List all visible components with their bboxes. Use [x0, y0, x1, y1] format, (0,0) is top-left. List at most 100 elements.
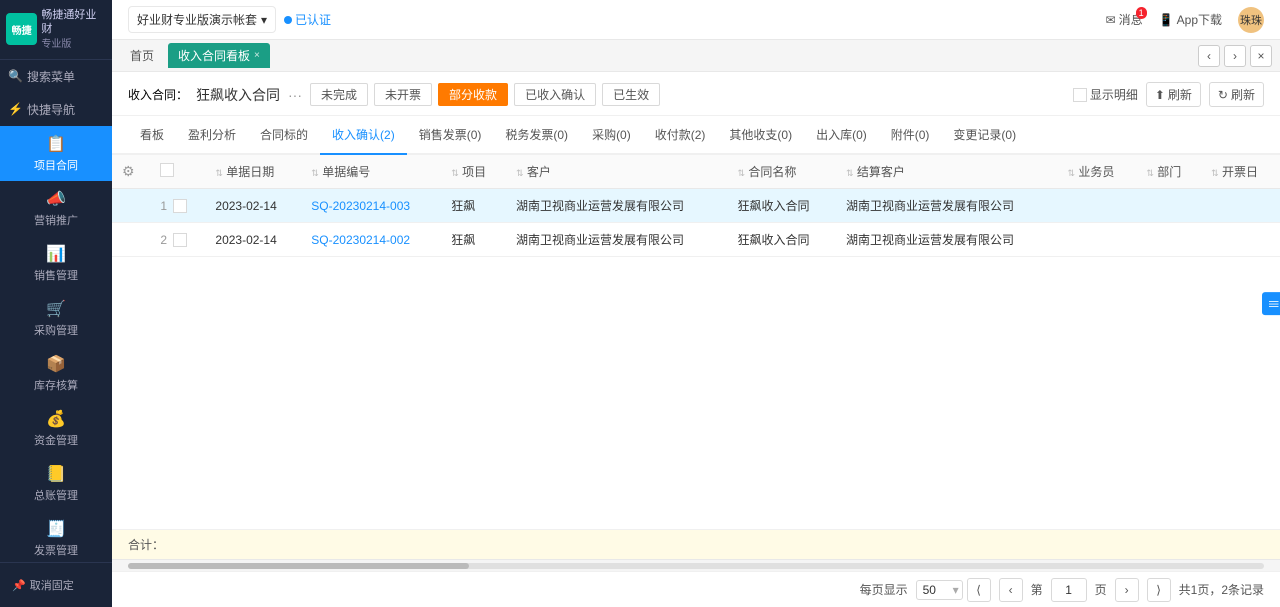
- scrollbar-thumb[interactable]: [128, 563, 469, 569]
- sub-tab-sales_invoice[interactable]: 销售发票(0): [407, 116, 494, 155]
- row-doc-link[interactable]: SQ-20230214-002: [311, 233, 410, 247]
- export-btn[interactable]: ⬆ 刷新: [1146, 82, 1201, 107]
- data-table: ⚙ ⇅ 单据日期 ⇅ 单据编号 ⇅ 项目 ⇅ 客户 ⇅ 合同名称 ⇅ 结算客户 …: [112, 155, 1280, 257]
- tab-bar: 首页 收入合同看板 × ‹ › ×: [112, 40, 1280, 72]
- row-date: 2023-02-14: [205, 189, 301, 223]
- sidebar-item-invoice[interactable]: 🧾 发票管理: [0, 511, 112, 562]
- status-tag-confirmed[interactable]: 已收入确认: [514, 83, 596, 106]
- right-action-icon[interactable]: |||: [1262, 292, 1280, 316]
- sub-tab-board[interactable]: 看板: [128, 116, 176, 155]
- sidebar-item-sales[interactable]: 📊销售管理: [0, 236, 112, 291]
- tab-prev-btn[interactable]: ‹: [1198, 45, 1220, 67]
- tab-nav: ‹ › ×: [1198, 45, 1272, 67]
- sidebar-item-label: 发票管理: [34, 542, 78, 558]
- phone-icon: 📱: [1159, 13, 1174, 27]
- content-area: 收入合同： 狂飙收入合同 ··· 未完成未开票部分收款已收入确认已生效 显示明细…: [112, 72, 1280, 607]
- row-salesperson: [1058, 189, 1137, 223]
- tab-close-btn[interactable]: ×: [1250, 45, 1272, 67]
- tab-income-contract[interactable]: 收入合同看板 ×: [168, 43, 270, 68]
- th-contract-name: ⇅ 合同名称: [728, 155, 836, 189]
- page-next-btn[interactable]: ›: [1115, 578, 1139, 602]
- company-selector[interactable]: 好业财专业版演示帐套 ▾: [128, 6, 276, 33]
- avatar[interactable]: 珠珠: [1238, 7, 1264, 33]
- horizontal-scrollbar[interactable]: [112, 559, 1280, 571]
- sidebar-bottom: 📌 取消固定: [0, 562, 112, 607]
- sidebar-logo: 畅捷 畅捷通好业财 专业版: [0, 0, 112, 60]
- sidebar-item-project-contract[interactable]: 📋项目合同: [0, 126, 112, 181]
- row-contract-name: 狂飙收入合同: [728, 223, 836, 257]
- sidebar-item-purchase[interactable]: 🛒采购管理: [0, 291, 112, 346]
- message-icon: ✉: [1106, 13, 1116, 27]
- status-tag-partial[interactable]: 部分收款: [438, 83, 508, 106]
- sidebar-item-marketing[interactable]: 📣营销推广: [0, 181, 112, 236]
- sub-tab-contract_standard[interactable]: 合同标的: [248, 116, 320, 155]
- table-row[interactable]: 2 2023-02-14 SQ-20230214-002 狂飙 湖南卫视商业运营…: [112, 223, 1280, 257]
- row-contract-name: 狂飙收入合同: [728, 189, 836, 223]
- pagination: 每页显示 102050100 ▾ ⟨ ‹ 第 页 › ⟩ 共1页，2条记录: [112, 571, 1280, 607]
- row-date: 2023-02-14: [205, 223, 301, 257]
- page-prev-btn[interactable]: ‹: [999, 578, 1023, 602]
- row-settlement-customer: 湖南卫视商业运营发展有限公司: [836, 223, 1058, 257]
- contract-label: 收入合同：: [128, 86, 188, 103]
- sidebar-item-label: 资金管理: [34, 432, 78, 448]
- invoice-icon: 🧾: [46, 519, 66, 539]
- sidebar-item-inventory[interactable]: 📦库存核算: [0, 346, 112, 401]
- row-open-date: [1201, 223, 1280, 257]
- page-first-btn[interactable]: ⟨: [967, 578, 991, 602]
- sub-tab-change_log[interactable]: 变更记录(0): [941, 116, 1028, 155]
- contract-actions: 显示明细 ⬆ 刷新 ↻ 刷新: [1073, 82, 1264, 107]
- status-tag-uncompleted[interactable]: 未完成: [310, 83, 368, 106]
- tab-home[interactable]: 首页: [120, 43, 164, 68]
- table-row[interactable]: 1 2023-02-14 SQ-20230214-003 狂飙 湖南卫视商业运营…: [112, 189, 1280, 223]
- sidebar-item-label: 总账管理: [34, 487, 78, 503]
- sidebar-nav: 📋项目合同📣营销推广📊销售管理🛒采购管理📦库存核算💰资金管理📒总账管理 🧾 发票管理…: [0, 126, 112, 562]
- page-number-input[interactable]: [1051, 578, 1087, 602]
- unpin-item[interactable]: 📌 取消固定: [8, 571, 104, 599]
- row-project: 狂飙: [441, 223, 506, 257]
- sub-tab-other_income[interactable]: 其他收支(0): [717, 116, 804, 155]
- status-tag-effective[interactable]: 已生效: [602, 83, 660, 106]
- contract-more-btn[interactable]: ···: [288, 87, 302, 103]
- page-info: 共1页，2条记录: [1179, 581, 1264, 598]
- select-all-checkbox[interactable]: [160, 163, 174, 177]
- sidebar-item-label: 销售管理: [34, 267, 78, 283]
- sidebar-search-item[interactable]: 🔍 搜索菜单: [0, 60, 112, 93]
- contract-header: 收入合同： 狂飙收入合同 ··· 未完成未开票部分收款已收入确认已生效 显示明细…: [112, 72, 1280, 116]
- sidebar-quicknav-item[interactable]: ⚡ 快捷导航: [0, 93, 112, 126]
- sub-tab-profit[interactable]: 盈利分析: [176, 116, 248, 155]
- sidebar-item-general-account[interactable]: 📒总账管理: [0, 456, 112, 511]
- page-size-select[interactable]: 102050100: [916, 580, 963, 600]
- row-checkbox[interactable]: [173, 233, 187, 247]
- sub-tab-tax_invoice[interactable]: 税务发票(0): [493, 116, 580, 155]
- chevron-down-icon: ▾: [261, 13, 267, 27]
- tab-next-btn[interactable]: ›: [1224, 45, 1246, 67]
- toggle-detail-checkbox[interactable]: [1073, 88, 1087, 102]
- sub-tab-income_confirm[interactable]: 收入确认(2): [320, 116, 407, 155]
- app-download-action[interactable]: 📱 App下载: [1159, 11, 1222, 28]
- logo-icon: 畅捷: [6, 13, 37, 45]
- pin-icon: 📌: [12, 579, 26, 592]
- sub-tab-attachments[interactable]: 附件(0): [879, 116, 942, 155]
- verified-dot: [284, 16, 292, 24]
- th-department: ⇅ 部门: [1136, 155, 1201, 189]
- sub-tab-payment[interactable]: 收付款(2): [643, 116, 718, 155]
- main-area: 好业财专业版演示帐套 ▾ 已认证 ✉ 消息 1 📱 App下载 珠珠: [112, 0, 1280, 607]
- toggle-detail-label[interactable]: 显示明细: [1073, 86, 1138, 103]
- sidebar-item-capital[interactable]: 💰资金管理: [0, 401, 112, 456]
- row-doc-link[interactable]: SQ-20230214-003: [311, 199, 410, 213]
- status-tag-uninvoiced[interactable]: 未开票: [374, 83, 432, 106]
- lightning-icon: ⚡: [8, 102, 23, 116]
- refresh-btn[interactable]: ↻ 刷新: [1209, 82, 1264, 107]
- row-checkbox[interactable]: [173, 199, 187, 213]
- scrollbar-track: [128, 563, 1264, 569]
- th-salesperson: ⇅ 业务员: [1058, 155, 1137, 189]
- gear-icon[interactable]: ⚙: [122, 163, 135, 179]
- page-last-btn[interactable]: ⟩: [1147, 578, 1171, 602]
- row-number: 1: [160, 199, 167, 213]
- sidebar-item-label: 采购管理: [34, 322, 78, 338]
- sub-tab-inout_storage[interactable]: 出入库(0): [804, 116, 879, 155]
- row-checkbox-cell: 2: [150, 223, 205, 257]
- sub-tab-purchase[interactable]: 采购(0): [580, 116, 643, 155]
- message-action[interactable]: ✉ 消息 1: [1106, 11, 1143, 28]
- tab-close-icon[interactable]: ×: [254, 50, 260, 61]
